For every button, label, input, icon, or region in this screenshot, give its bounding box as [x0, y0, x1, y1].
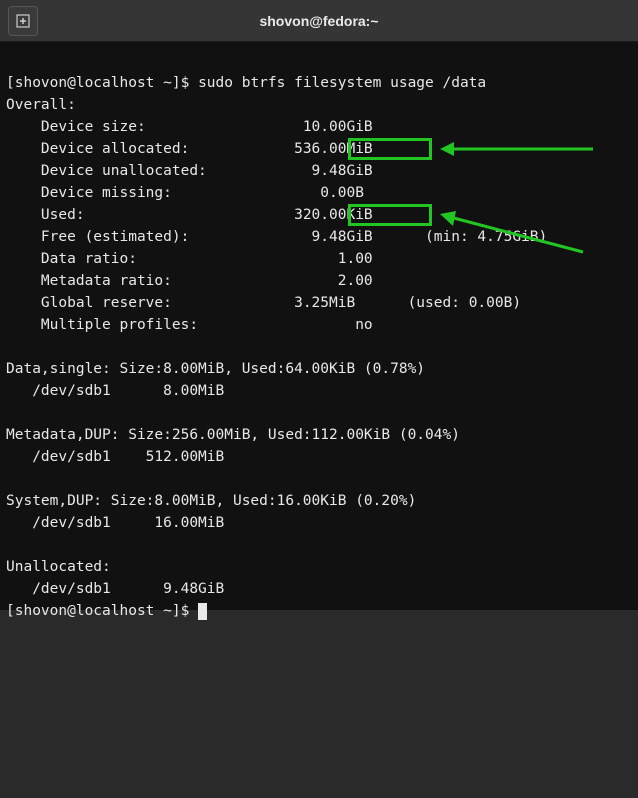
metadata-dup-header: Metadata,DUP: Size:256.00MiB, Used:112.0… — [6, 427, 460, 443]
row-value: 0.00B — [172, 185, 364, 201]
row-label: Device allocated: — [6, 141, 189, 157]
row-label: Device unallocated: — [6, 163, 207, 179]
unallocated-header: Unallocated: — [6, 559, 111, 575]
row-value: 536.00MiB — [189, 141, 372, 157]
command-text: sudo btrfs filesystem usage /data — [198, 75, 486, 91]
unallocated-device: /dev/sdb1 9.48GiB — [6, 581, 224, 597]
cursor — [198, 603, 207, 620]
plus-tab-icon — [16, 14, 30, 28]
data-single-device: /dev/sdb1 8.00MiB — [6, 383, 224, 399]
row-value: 9.48GiB — [207, 163, 373, 179]
row-value: 320.00KiB — [85, 207, 373, 223]
row-value: 1.00 — [137, 251, 373, 267]
row-label: Data ratio: — [6, 251, 137, 267]
row-label: Used: — [6, 207, 85, 223]
row-label: Device size: — [6, 119, 146, 135]
row-value: 2.00 — [172, 273, 373, 289]
window-titlebar: shovon@fedora:~ — [0, 0, 638, 42]
new-tab-button[interactable] — [8, 6, 38, 36]
shell-prompt: [shovon@localhost ~]$ — [6, 75, 198, 91]
row-label: Free (estimated): — [6, 229, 189, 245]
shell-prompt: [shovon@localhost ~]$ — [6, 603, 198, 619]
row-value: 9.48GiB — [189, 229, 372, 245]
row-value: 3.25MiB — [172, 295, 355, 311]
row-label: Global reserve: — [6, 295, 172, 311]
system-dup-header: System,DUP: Size:8.00MiB, Used:16.00KiB … — [6, 493, 416, 509]
overall-header: Overall: — [6, 97, 76, 113]
row-label: Multiple profiles: — [6, 317, 198, 333]
row-label: Device missing: — [6, 185, 172, 201]
row-label: Metadata ratio: — [6, 273, 172, 289]
terminal-output[interactable]: [shovon@localhost ~]$ sudo btrfs filesys… — [0, 42, 638, 610]
row-extra: (min: 4.75GiB) — [373, 229, 548, 245]
window-title: shovon@fedora:~ — [38, 13, 600, 29]
arrow-to-unallocated — [438, 134, 598, 164]
row-extra: (used: 0.00B) — [355, 295, 521, 311]
metadata-dup-device: /dev/sdb1 512.00MiB — [6, 449, 224, 465]
row-value: 10.00GiB — [146, 119, 373, 135]
row-value: no — [198, 317, 373, 333]
system-dup-device: /dev/sdb1 16.00MiB — [6, 515, 224, 531]
data-single-header: Data,single: Size:8.00MiB, Used:64.00KiB… — [6, 361, 425, 377]
